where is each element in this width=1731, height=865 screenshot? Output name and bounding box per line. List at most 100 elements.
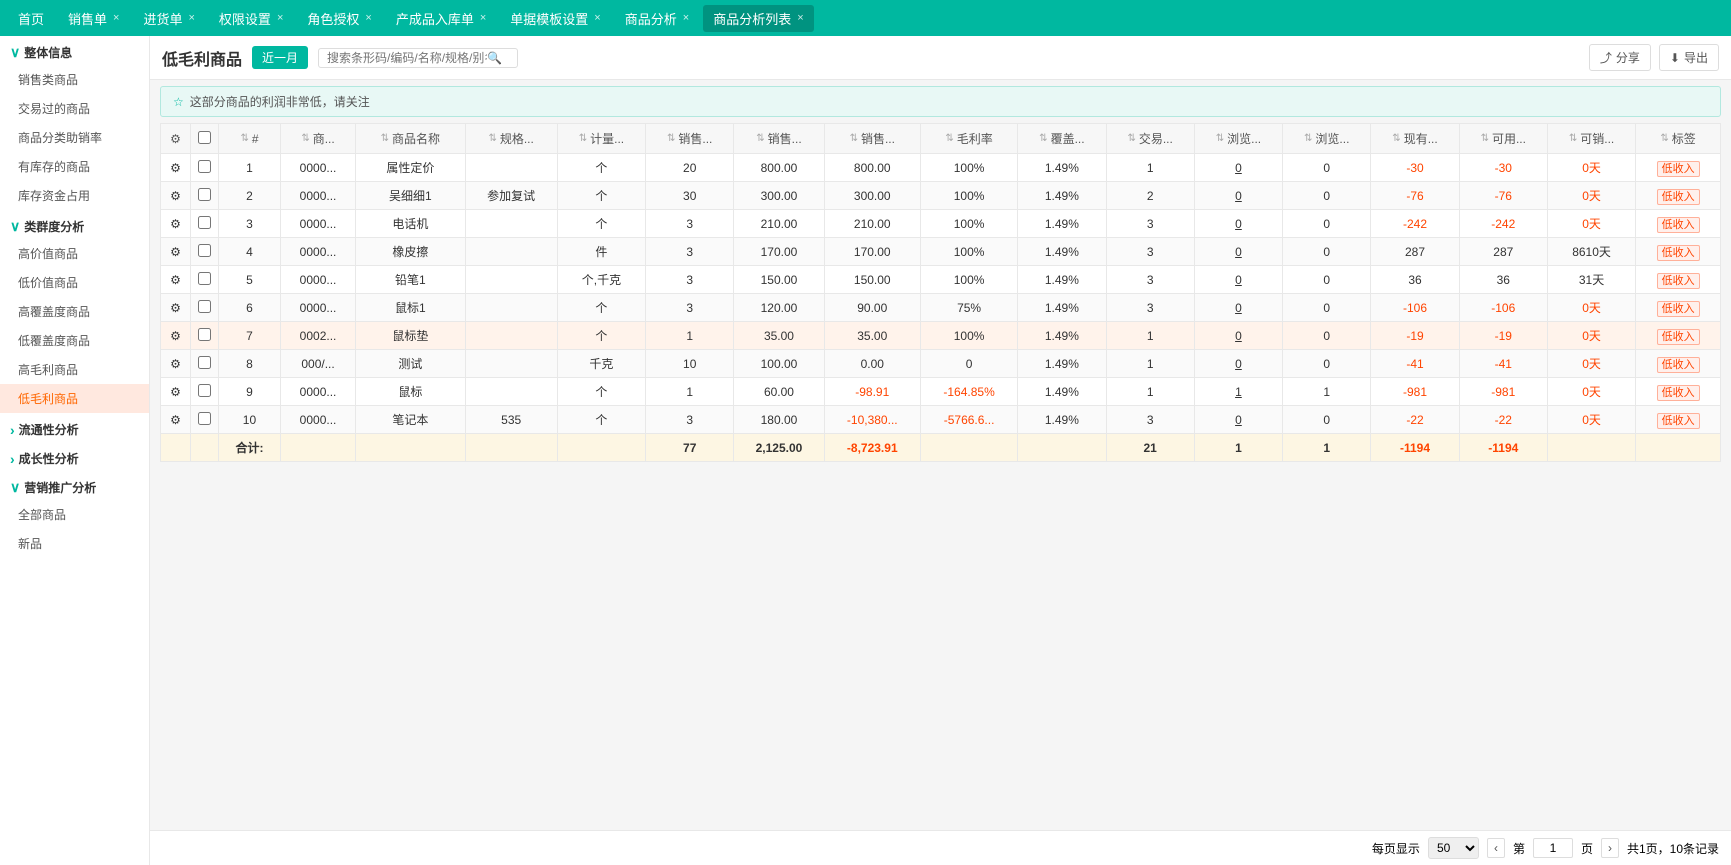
- page-number-input[interactable]: [1533, 838, 1573, 858]
- nav-item-销售单[interactable]: 销售单×: [58, 5, 129, 32]
- sidebar-item-新品[interactable]: 新品: [0, 529, 149, 558]
- nav-item-首页[interactable]: 首页: [8, 5, 54, 32]
- col-header-available[interactable]: ⇅可用...: [1459, 124, 1547, 154]
- view-count-link[interactable]: 0: [1235, 273, 1242, 287]
- sidebar-group-类群度分析[interactable]: ∨类群度分析: [0, 210, 149, 239]
- col-header-sale_price[interactable]: ⇅销售...: [734, 124, 824, 154]
- page-size-select[interactable]: 50 100 200: [1428, 837, 1479, 859]
- prev-page-button[interactable]: ‹: [1487, 838, 1505, 858]
- nav-item-商品分析列表[interactable]: 商品分析列表×: [703, 5, 813, 32]
- row-settings-icon[interactable]: ⚙: [170, 245, 181, 259]
- sidebar-group-成长性分析[interactable]: ›成长性分析: [0, 442, 149, 471]
- row-checkbox[interactable]: [198, 328, 211, 341]
- row-checkbox[interactable]: [198, 300, 211, 313]
- row-checkbox[interactable]: [198, 272, 211, 285]
- view-count-link[interactable]: 0: [1235, 217, 1242, 231]
- nav-close-icon[interactable]: ×: [277, 12, 283, 24]
- view-count-link[interactable]: 0: [1235, 301, 1242, 315]
- col-header-view1[interactable]: ⇅浏览...: [1194, 124, 1282, 154]
- nav-close-icon[interactable]: ×: [188, 12, 194, 24]
- view-count-link[interactable]: 0: [1235, 357, 1242, 371]
- col-header-code[interactable]: ⇅商...: [280, 124, 355, 154]
- nav-close-icon[interactable]: ×: [365, 12, 371, 24]
- row-settings-icon[interactable]: ⚙: [170, 385, 181, 399]
- sidebar-item-高价值商品[interactable]: 高价值商品: [0, 239, 149, 268]
- nav-item-权限设置[interactable]: 权限设置×: [209, 5, 293, 32]
- search-icon[interactable]: 🔍: [487, 51, 502, 65]
- col-header-coverage[interactable]: ⇅覆盖...: [1018, 124, 1106, 154]
- col-header-transaction[interactable]: ⇅交易...: [1106, 124, 1194, 154]
- view-count-link[interactable]: 0: [1235, 329, 1242, 343]
- nav-close-icon[interactable]: ×: [797, 12, 803, 24]
- sidebar-group-label: 成长性分析: [19, 450, 79, 467]
- col-header-check[interactable]: [191, 124, 219, 154]
- row-checkbox[interactable]: [198, 384, 211, 397]
- col-header-spec[interactable]: ⇅规格...: [465, 124, 557, 154]
- row-checkbox[interactable]: [198, 188, 211, 201]
- share-button[interactable]: ⤴ 分享: [1589, 44, 1651, 71]
- nav-close-icon[interactable]: ×: [594, 12, 600, 24]
- row-settings-icon[interactable]: ⚙: [170, 357, 181, 371]
- nav-item-进货单[interactable]: 进货单×: [133, 5, 204, 32]
- sidebar-group-整体信息[interactable]: ∨整体信息: [0, 36, 149, 65]
- row-settings-icon[interactable]: ⚙: [170, 217, 181, 231]
- col-header-sale_amount[interactable]: ⇅销售...: [824, 124, 920, 154]
- col-header-current_stock[interactable]: ⇅现有...: [1371, 124, 1459, 154]
- col-header-tag[interactable]: ⇅标签: [1636, 124, 1721, 154]
- col-header-settings[interactable]: ⚙: [161, 124, 191, 154]
- sidebar-item-全部商品[interactable]: 全部商品: [0, 500, 149, 529]
- col-header-num[interactable]: ⇅#: [219, 124, 281, 154]
- col-header-gross_margin[interactable]: ⇅毛利率: [920, 124, 1017, 154]
- col-header-saleable[interactable]: ⇅可销...: [1547, 124, 1635, 154]
- row-settings-icon[interactable]: ⚙: [170, 301, 181, 315]
- sort-icon-view2: ⇅: [1304, 133, 1312, 144]
- sidebar-item-交易过的商品[interactable]: 交易过的商品: [0, 94, 149, 123]
- settings-icon[interactable]: ⚙: [170, 132, 181, 146]
- col-header-name[interactable]: ⇅商品名称: [356, 124, 465, 154]
- sidebar-item-商品分类助销率[interactable]: 商品分类助销率: [0, 123, 149, 152]
- table-wrapper[interactable]: ⚙⇅#⇅商...⇅商品名称⇅规格...⇅计量...⇅销售...⇅销售...⇅销售…: [150, 123, 1731, 830]
- sidebar-item-低毛利商品[interactable]: 低毛利商品: [0, 384, 149, 413]
- next-page-button[interactable]: ›: [1601, 838, 1619, 858]
- row-checkbox[interactable]: [198, 412, 211, 425]
- date-filter-button[interactable]: 近一月: [252, 46, 308, 69]
- nav-close-icon[interactable]: ×: [480, 12, 486, 24]
- col-header-view2[interactable]: ⇅浏览...: [1283, 124, 1371, 154]
- row-checkbox[interactable]: [198, 244, 211, 257]
- search-input[interactable]: [327, 51, 487, 65]
- sidebar-item-低覆盖度商品[interactable]: 低覆盖度商品: [0, 326, 149, 355]
- view-count-link[interactable]: 0: [1235, 245, 1242, 259]
- sidebar-group-流通性分析[interactable]: ›流通性分析: [0, 413, 149, 442]
- row-checkbox[interactable]: [198, 216, 211, 229]
- row-settings-icon[interactable]: ⚙: [170, 413, 181, 427]
- row-settings-icon[interactable]: ⚙: [170, 161, 181, 175]
- row-settings-icon[interactable]: ⚙: [170, 329, 181, 343]
- view-count-link[interactable]: 0: [1235, 413, 1242, 427]
- sidebar-item-高覆盖度商品[interactable]: 高覆盖度商品: [0, 297, 149, 326]
- sidebar-item-低价值商品[interactable]: 低价值商品: [0, 268, 149, 297]
- nav-item-商品分析[interactable]: 商品分析×: [615, 5, 699, 32]
- view-count-link[interactable]: 1: [1235, 385, 1242, 399]
- cell-name: 测试: [356, 350, 465, 378]
- col-header-unit[interactable]: ⇅计量...: [557, 124, 645, 154]
- sidebar-item-高毛利商品[interactable]: 高毛利商品: [0, 355, 149, 384]
- sidebar-item-有库存的商品[interactable]: 有库存的商品: [0, 152, 149, 181]
- sidebar-group-营销推广分析[interactable]: ∨营销推广分析: [0, 471, 149, 500]
- nav-close-icon[interactable]: ×: [683, 12, 689, 24]
- view-count-link[interactable]: 0: [1235, 189, 1242, 203]
- row-settings-icon[interactable]: ⚙: [170, 273, 181, 287]
- nav-item-单据模板设置[interactable]: 单据模板设置×: [500, 5, 610, 32]
- select-all-checkbox[interactable]: [198, 131, 211, 144]
- cell-current_stock: -30: [1371, 154, 1459, 182]
- export-button[interactable]: ⬇ 导出: [1659, 44, 1719, 71]
- view-count-link[interactable]: 0: [1235, 161, 1242, 175]
- row-checkbox[interactable]: [198, 160, 211, 173]
- sidebar-item-库存资金占用[interactable]: 库存资金占用: [0, 181, 149, 210]
- sidebar-item-销售类商品[interactable]: 销售类商品: [0, 65, 149, 94]
- row-settings-icon[interactable]: ⚙: [170, 189, 181, 203]
- nav-item-角色授权[interactable]: 角色授权×: [297, 5, 381, 32]
- row-checkbox[interactable]: [198, 356, 211, 369]
- nav-close-icon[interactable]: ×: [113, 12, 119, 24]
- nav-item-产成品入库单[interactable]: 产成品入库单×: [386, 5, 496, 32]
- col-header-sale_qty[interactable]: ⇅销售...: [646, 124, 734, 154]
